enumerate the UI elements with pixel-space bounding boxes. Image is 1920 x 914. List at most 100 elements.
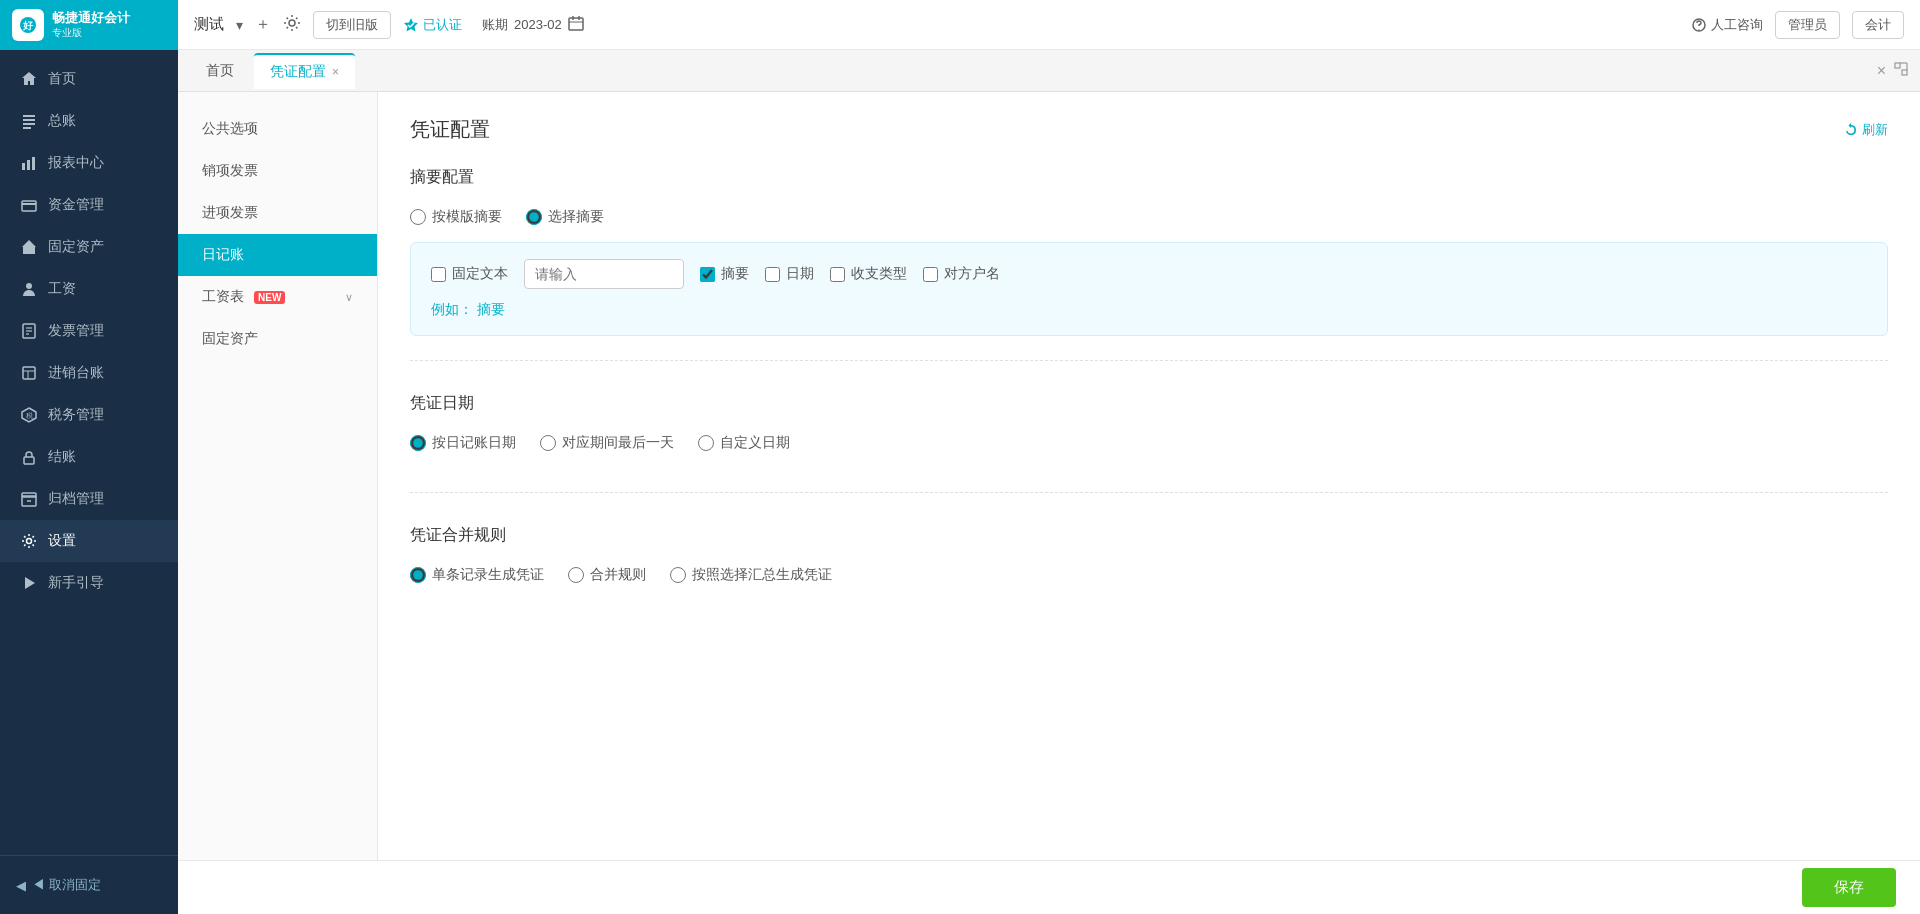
checkbox-income-type[interactable]: 收支类型 [830,265,907,283]
tab-close-icon[interactable]: × [332,65,339,79]
svg-rect-7 [27,160,30,170]
merge-section-title: 凭证合并规则 [410,525,1888,546]
cancel-fixed-icon: ◀ [16,878,26,893]
fixed-text-input[interactable] [524,259,684,289]
summary-example: 例如： 摘要 [431,301,1867,319]
sidebar-item-close[interactable]: 结账 [0,436,178,478]
date-section: 凭证日期 按日记账日期 对应期间最后一天 自定义日期 [410,393,1888,493]
calendar-icon[interactable] [568,15,584,34]
content-sidebar: 公共选项 销项发票 进项发票 日记账 工资表 NEW ∨ [178,92,378,860]
checkbox-counterpart-input[interactable] [923,267,938,282]
topbar-settings-icon[interactable] [283,14,301,35]
checkbox-fixed-text[interactable]: 固定文本 [431,265,508,283]
sidebar-item-reports[interactable]: 报表中心 [0,142,178,184]
sidebar-item-guide[interactable]: 新手引导 [0,562,178,604]
checkbox-date[interactable]: 日期 [765,265,814,283]
page-title: 凭证配置 [410,116,490,143]
radio-period-last-input[interactable] [540,435,556,451]
svg-point-27 [27,539,32,544]
radio-custom-date[interactable]: 自定义日期 [698,434,790,452]
save-btn[interactable]: 保存 [1802,868,1896,907]
svg-rect-31 [569,18,583,30]
topbar: 测试 ▾ ＋ 切到旧版 已认证 账期 2023-02 人工咨询 管理员 会计 [178,0,1920,50]
consult-label: 人工咨询 [1711,16,1763,34]
svg-rect-5 [23,127,31,129]
sidebar-item-tax[interactable]: 税 税务管理 [0,394,178,436]
radio-select-summary[interactable]: 选择摘要 [526,208,604,226]
svg-marker-30 [404,18,418,32]
sidebar-item-settings[interactable]: 设置 [0,520,178,562]
checkbox-summary[interactable]: 摘要 [700,265,749,283]
sidebar-item-home[interactable]: 首页 [0,58,178,100]
svg-rect-3 [23,119,35,121]
content-scroll-area: 公共选项 销项发票 进项发票 日记账 工资表 NEW ∨ [178,92,1920,914]
cancel-fixed-btn[interactable]: ◀ ◀ 取消固定 [0,866,178,904]
window-expand-btn[interactable] [1894,62,1908,79]
close-accounts-icon [20,448,38,466]
summary-section: 摘要配置 按模版摘要 选择摘要 [410,167,1888,361]
radio-merge-rule[interactable]: 合并规则 [568,566,646,584]
summary-config-row: 固定文本 摘要 日期 [431,259,1867,289]
sidebar-fixed-assets[interactable]: 固定资产 [178,318,377,360]
switch-old-version-btn[interactable]: 切到旧版 [313,11,391,39]
sidebar-item-funds[interactable]: 资金管理 [0,184,178,226]
radio-single-record[interactable]: 单条记录生成凭证 [410,566,544,584]
radio-journal-date-input[interactable] [410,435,426,451]
radio-select-merge-label: 按照选择汇总生成凭证 [692,566,832,584]
radio-merge-rule-label: 合并规则 [590,566,646,584]
window-close-btn[interactable]: × [1877,62,1886,80]
sidebar-item-invoice[interactable]: 发票管理 [0,310,178,352]
tab-voucher-config[interactable]: 凭证配置 × [254,53,355,89]
consult-btn[interactable]: 人工咨询 [1691,16,1763,34]
reports-icon [20,154,38,172]
checkbox-date-input[interactable] [765,267,780,282]
checkbox-income-type-input[interactable] [830,267,845,282]
sidebar: 好 畅捷通好会计 专业版 首页 总账 报表中心 [0,0,178,914]
sidebar-item-salary[interactable]: 工资 [0,268,178,310]
summary-config-box: 固定文本 摘要 日期 [410,242,1888,336]
content: 公共选项 销项发票 进项发票 日记账 工资表 NEW ∨ [178,92,1920,860]
settings-icon [20,532,38,550]
radio-journal-date[interactable]: 按日记账日期 [410,434,516,452]
radio-custom-date-input[interactable] [698,435,714,451]
period-value: 2023-02 [514,17,562,32]
svg-rect-18 [23,367,35,379]
window-controls: × [1877,62,1908,80]
refresh-btn[interactable]: 刷新 [1844,121,1888,139]
radio-select-merge-input[interactable] [670,567,686,583]
home-icon [20,70,38,88]
radio-single-input[interactable] [410,567,426,583]
svg-rect-23 [24,457,34,464]
sidebar-item-sales[interactable]: 进销台账 [0,352,178,394]
admin-btn[interactable]: 管理员 [1775,11,1840,39]
sidebar-purchase-invoice[interactable]: 进项发票 [178,192,377,234]
sidebar-nav: 首页 总账 报表中心 资金管理 固定资产 [0,50,178,855]
checkbox-counterpart[interactable]: 对方户名 [923,265,1000,283]
radio-select-input[interactable] [526,209,542,225]
sidebar-journal[interactable]: 日记账 [178,234,377,276]
radio-select-merge[interactable]: 按照选择汇总生成凭证 [670,566,832,584]
sidebar-item-ledger[interactable]: 总账 [0,100,178,142]
add-company-icon[interactable]: ＋ [255,14,271,35]
salary-icon [20,280,38,298]
sidebar-public[interactable]: 公共选项 [178,108,377,150]
tab-home[interactable]: 首页 [190,54,250,88]
radio-merge-rule-input[interactable] [568,567,584,583]
period-info: 账期 2023-02 [482,15,584,34]
checkbox-summary-input[interactable] [700,267,715,282]
radio-template-summary[interactable]: 按模版摘要 [410,208,502,226]
svg-rect-8 [32,157,35,170]
svg-marker-12 [22,240,36,247]
sidebar-sales-invoice[interactable]: 销项发票 [178,150,377,192]
company-dropdown-icon[interactable]: ▾ [236,17,243,33]
svg-rect-4 [23,123,35,125]
sidebar-item-assets[interactable]: 固定资产 [0,226,178,268]
accountant-btn[interactable]: 会计 [1852,11,1904,39]
sidebar-item-archive[interactable]: 归档管理 [0,478,178,520]
radio-template-input[interactable] [410,209,426,225]
sidebar-payroll[interactable]: 工资表 NEW ∨ [178,276,377,318]
logo-subtitle: 专业版 [52,26,130,40]
checkbox-fixed-text-input[interactable] [431,267,446,282]
radio-period-last[interactable]: 对应期间最后一天 [540,434,674,452]
guide-icon [20,574,38,592]
